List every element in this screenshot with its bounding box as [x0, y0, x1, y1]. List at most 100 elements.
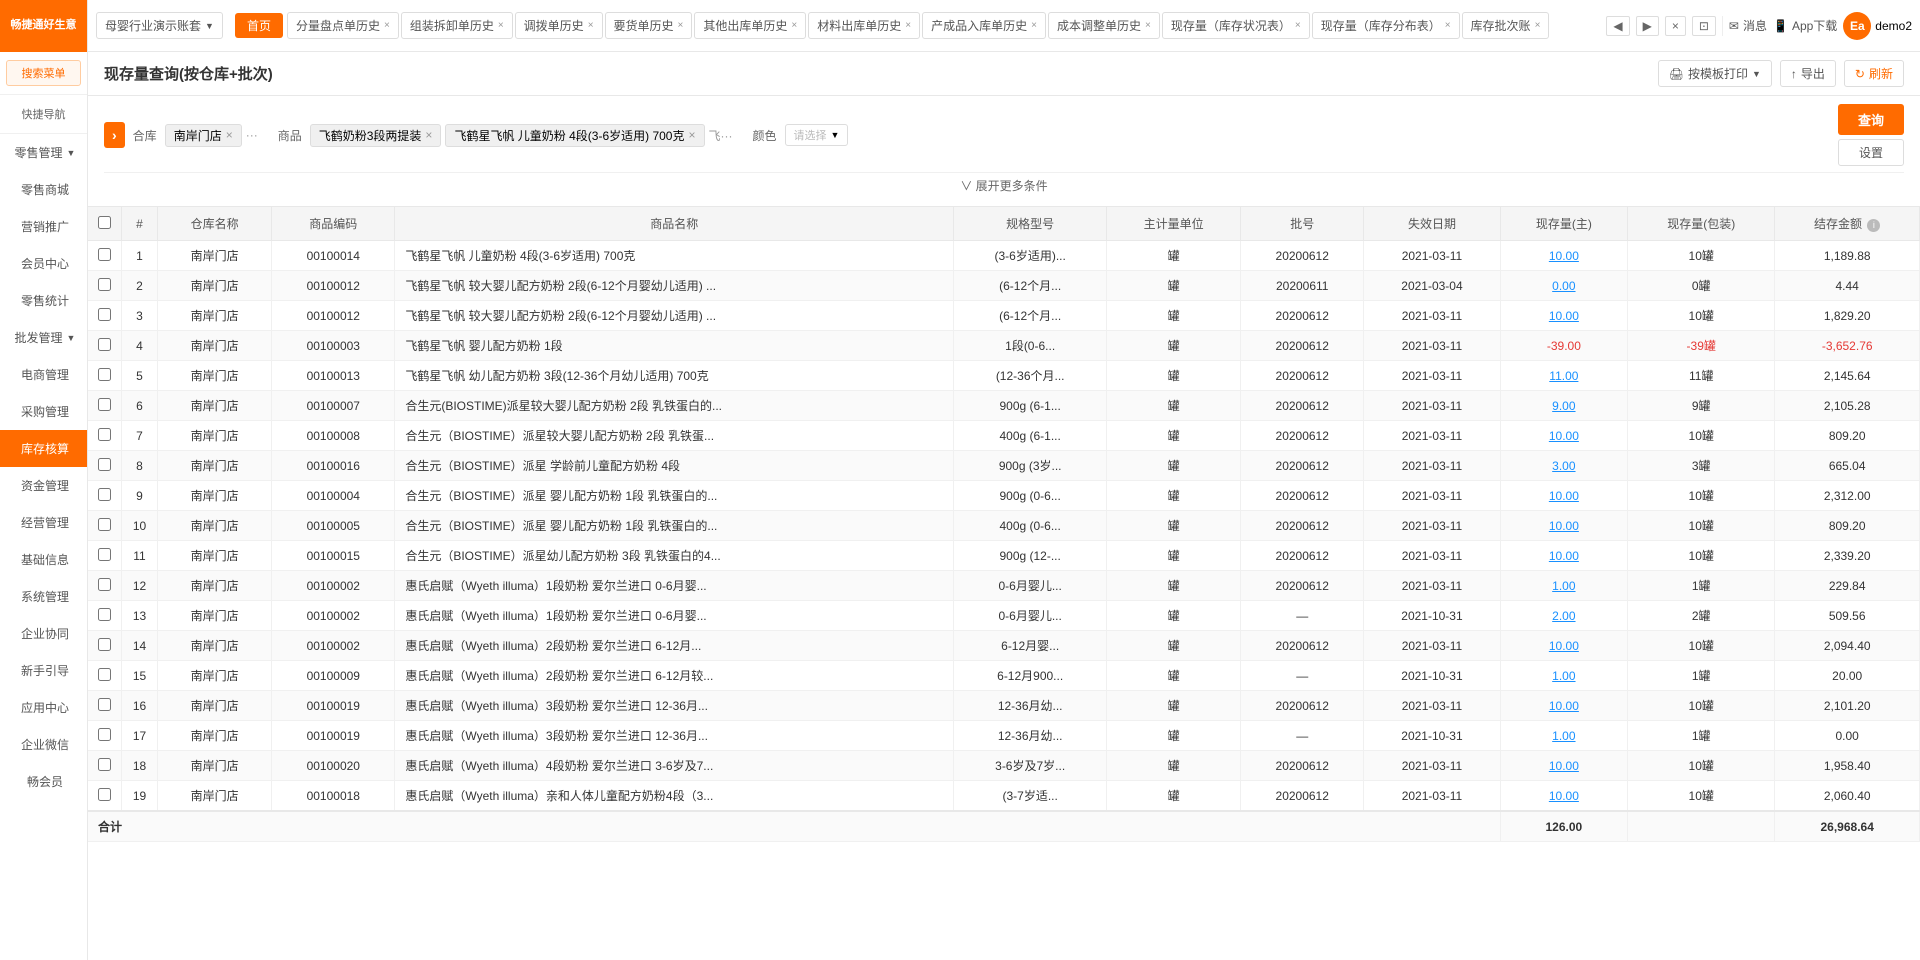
chevron-down-icon-print: ▼ [1752, 69, 1761, 79]
row-checkbox[interactable] [98, 638, 111, 651]
close-icon-goods-2[interactable]: × [688, 128, 695, 142]
row-checkbox[interactable] [98, 578, 111, 591]
chevron-down-icon: ▼ [67, 148, 76, 158]
avatar: Ea [1843, 12, 1871, 40]
query-button[interactable]: 查询 [1838, 104, 1904, 135]
settings-button[interactable]: 设置 [1838, 139, 1904, 166]
sidebar-item-wholesale[interactable]: 批发管理 ▼ [0, 319, 87, 356]
tab-fenliangpandian[interactable]: 分量盘点单历史 × [287, 12, 399, 39]
row-checkbox[interactable] [98, 458, 111, 471]
close-icon-warehouse[interactable]: × [226, 128, 233, 142]
close-icon-11[interactable]: × [1535, 20, 1541, 31]
row-checkbox[interactable] [98, 668, 111, 681]
search-menu-button[interactable]: 搜索菜单 [6, 60, 81, 86]
close-icon-9[interactable]: × [1295, 20, 1301, 31]
tab-home[interactable]: 首页 [235, 13, 283, 38]
row-checkbox[interactable] [98, 398, 111, 411]
industry-dropdown[interactable]: 母婴行业演示账套 ▼ [96, 12, 223, 39]
warehouse-tag-nanangmendian: 南岸门店 × [165, 124, 242, 147]
tab-material-out[interactable]: 材料出库单历史 × [808, 12, 920, 39]
close-icon-3[interactable]: × [588, 20, 594, 31]
row-checkbox[interactable] [98, 308, 111, 321]
row-checkbox[interactable] [98, 488, 111, 501]
nav-arrow-right[interactable]: ▶ [1636, 16, 1659, 36]
table-row: 10南岸门店00100005合生元（BIOSTIME）派星 婴儿配方奶粉 1段 … [88, 511, 1920, 541]
app-download-button[interactable]: 📱 App下载 [1773, 17, 1837, 34]
close-icon-1[interactable]: × [384, 20, 390, 31]
amount-info-icon[interactable]: i [1867, 219, 1880, 232]
nav-maximize[interactable]: ⊡ [1692, 16, 1716, 36]
sidebar: 畅捷通好生意 搜索菜单 快捷导航 零售管理 ▼ 零售商城 营销推广 会员中心 零… [0, 0, 88, 960]
close-icon-10[interactable]: × [1445, 20, 1451, 31]
filter-expand-button[interactable]: › [104, 122, 125, 148]
msg-button[interactable]: ✉ 消息 [1729, 17, 1767, 34]
row-checkbox[interactable] [98, 548, 111, 561]
sidebar-item-newguide[interactable]: 新手引导 [0, 652, 87, 689]
user-avatar-area[interactable]: Ea demo2 [1843, 12, 1912, 40]
sidebar-item-operations[interactable]: 经营管理 [0, 504, 87, 541]
tab-inventory-status[interactable]: 现存量（库存状况表） × [1162, 12, 1310, 39]
sidebar-item-retail[interactable]: 零售管理 ▼ [0, 134, 87, 171]
export-button[interactable]: ↑ 导出 [1780, 60, 1836, 87]
divider [1722, 16, 1723, 36]
color-dropdown[interactable]: 请选择 ▼ [785, 124, 849, 146]
page-title: 现存量查询(按仓库+批次) [104, 63, 273, 84]
goods-more[interactable]: 飞··· [709, 127, 733, 144]
tab-inventory-dist[interactable]: 现存量（库存分布表） × [1312, 12, 1460, 39]
tab-batch-account[interactable]: 库存批次账 × [1462, 12, 1550, 39]
sidebar-item-finance[interactable]: 资金管理 [0, 467, 87, 504]
th-warehouse: 仓库名称 [158, 207, 272, 241]
row-checkbox[interactable] [98, 758, 111, 771]
tab-yaohuo[interactable]: 要货单历史 × [605, 12, 693, 39]
close-icon-6[interactable]: × [905, 20, 911, 31]
sidebar-item-member[interactable]: 会员中心 [0, 245, 87, 282]
sidebar-item-basic[interactable]: 基础信息 [0, 541, 87, 578]
close-icon-2[interactable]: × [498, 20, 504, 31]
row-checkbox[interactable] [98, 428, 111, 441]
th-name: 商品名称 [395, 207, 954, 241]
sidebar-item-inventory[interactable]: 库存核算 [0, 430, 87, 467]
close-icon-4[interactable]: × [678, 20, 684, 31]
sidebar-item-enterprise[interactable]: 企业协同 [0, 615, 87, 652]
sidebar-item-retail-shop[interactable]: 零售商城 [0, 171, 87, 208]
sidebar-item-enterprise-wechat[interactable]: 企业微信 [0, 726, 87, 763]
row-checkbox[interactable] [98, 698, 111, 711]
tab-product-in[interactable]: 产成品入库单历史 × [922, 12, 1046, 39]
sidebar-item-member-card[interactable]: 畅会员 [0, 763, 87, 800]
close-icon-goods-1[interactable]: × [425, 128, 432, 142]
sidebar-item-appcenter[interactable]: 应用中心 [0, 689, 87, 726]
print-button[interactable]: 🖨 按模板打印 ▼ [1658, 60, 1772, 87]
sidebar-item-marketing[interactable]: 营销推广 [0, 208, 87, 245]
top-navbar: 母婴行业演示账套 ▼ 首页 分量盘点单历史 × 组装拆卸单历史 × 调拨单历史 … [88, 0, 1920, 52]
table-row: 13南岸门店00100002惠氏启赋（Wyeth illuma）1段奶粉 爱尔兰… [88, 601, 1920, 631]
tab-cost-adjust[interactable]: 成本调整单历史 × [1048, 12, 1160, 39]
nav-arrow-left[interactable]: ◀ [1606, 16, 1629, 36]
row-checkbox[interactable] [98, 368, 111, 381]
sidebar-item-ecommerce[interactable]: 电商管理 [0, 356, 87, 393]
row-checkbox[interactable] [98, 608, 111, 621]
warehouse-more[interactable]: ··· [246, 128, 258, 142]
tab-diaobos[interactable]: 调拨单历史 × [515, 12, 603, 39]
sidebar-item-retail-stats[interactable]: 零售统计 [0, 282, 87, 319]
tab-zuzhuang[interactable]: 组装拆卸单历史 × [401, 12, 513, 39]
close-icon-7[interactable]: × [1031, 20, 1037, 31]
close-icon-8[interactable]: × [1145, 20, 1151, 31]
close-icon-5[interactable]: × [791, 20, 797, 31]
tab-other-out[interactable]: 其他出库单历史 × [694, 12, 806, 39]
row-checkbox[interactable] [98, 518, 111, 531]
row-checkbox[interactable] [98, 338, 111, 351]
expand-more-btn[interactable]: ∨ 展开更多条件 [104, 172, 1904, 198]
th-qty-pkg: 现存量(包装) [1628, 207, 1775, 241]
query-btn-area: 查询 设置 [1838, 104, 1904, 166]
select-all-checkbox[interactable] [98, 216, 111, 229]
sidebar-item-purchase[interactable]: 采购管理 [0, 393, 87, 430]
refresh-button[interactable]: ↻ 刷新 [1844, 60, 1904, 87]
quick-nav-button[interactable]: 快捷导航 [0, 101, 87, 127]
goods-tags: 飞鹤奶粉3段两提装 × 飞鹤星飞帆 儿童奶粉 4段(3-6岁适用) 700克 ×… [310, 124, 733, 147]
sidebar-item-system[interactable]: 系统管理 [0, 578, 87, 615]
row-checkbox[interactable] [98, 248, 111, 261]
nav-close-tab[interactable]: × [1665, 16, 1686, 36]
row-checkbox[interactable] [98, 278, 111, 291]
row-checkbox[interactable] [98, 728, 111, 741]
row-checkbox[interactable] [98, 788, 111, 801]
